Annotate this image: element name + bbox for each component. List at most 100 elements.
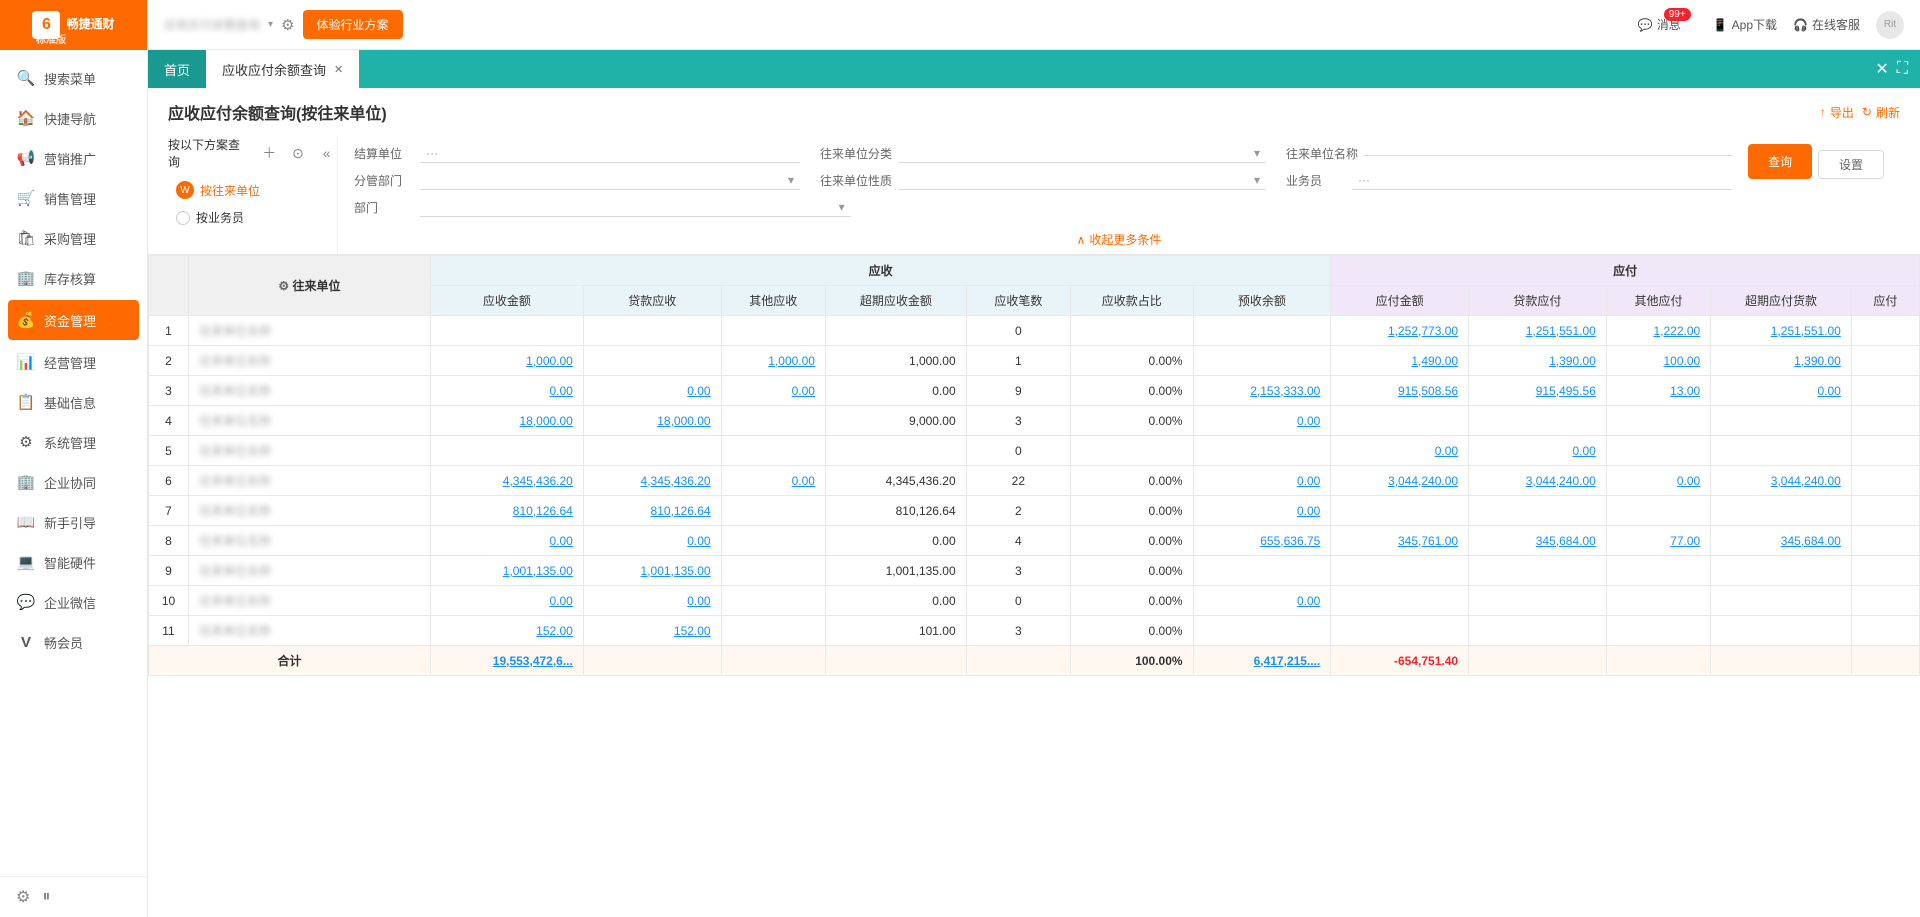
cell-no: 11: [149, 616, 189, 646]
scheme-by-partner[interactable]: W 按往来单位: [168, 176, 337, 204]
message-item[interactable]: 💬 消息 99+: [1638, 16, 1681, 33]
footer-ap-other: [1606, 646, 1710, 676]
unit-name-label: 往来单位名称: [1286, 145, 1358, 162]
sidebar-item-label: 销售管理: [44, 189, 96, 208]
promo-button[interactable]: 体验行业方案: [303, 10, 403, 39]
collapse-button[interactable]: ∧ 收起更多条件: [354, 225, 1884, 254]
add-scheme-icon[interactable]: ＋: [259, 142, 280, 164]
unit-nature-input[interactable]: ▾: [898, 171, 1266, 190]
page-header: 应收应付余额查询(按往来单位) ↑ 导出 ↻ 刷新 按以下方案查询 ＋ ⊙: [148, 88, 1920, 255]
th-ar-other: 其他应收: [721, 286, 825, 316]
filter-fields-area: 查询 设置 结算单位 ··· 往来单位分类 ▾: [338, 136, 1900, 254]
setting-button[interactable]: 设置: [1818, 150, 1884, 179]
topnav-dropdown-arrow[interactable]: ▾: [268, 19, 273, 30]
sidebar-item-marketing[interactable]: 📢 营销推广: [0, 138, 147, 178]
dept-input[interactable]: ▾: [420, 171, 800, 190]
settlement-unit-input[interactable]: ···: [420, 144, 800, 163]
th-ap-other: 其他应付: [1606, 286, 1710, 316]
sidebar-item-sales[interactable]: 🛒 销售管理: [0, 178, 147, 218]
th-ar-count: 应收笔数: [966, 286, 1070, 316]
th-prepay: 预收余额: [1193, 286, 1331, 316]
cell-no: 9: [149, 556, 189, 586]
unit-name-input[interactable]: [1364, 151, 1732, 156]
scheme-label-salesperson: 按业务员: [196, 209, 244, 226]
expand-tab-btn[interactable]: ⛶: [1897, 60, 1908, 78]
cell-no: 3: [149, 376, 189, 406]
online-service-item[interactable]: 🎧 在线客服: [1793, 16, 1860, 33]
dept-chevron2: ▾: [839, 200, 845, 214]
sidebar-item-quicknav[interactable]: 🏠 快捷导航: [0, 98, 147, 138]
enterprise-icon: 🏢: [16, 472, 36, 492]
tab-ar-ap[interactable]: 应收应付余额查询 ✕: [206, 50, 359, 88]
logo-area: 6 畅捷通财 标准版: [0, 0, 147, 50]
member-icon: V: [16, 632, 36, 652]
cell-no: 2: [149, 346, 189, 376]
export-icon: ↑: [1820, 105, 1826, 119]
collapse-label: 收起更多条件: [1089, 231, 1161, 248]
page-actions: ↑ 导出 ↻ 刷新: [1820, 104, 1900, 121]
salesperson-input[interactable]: ···: [1352, 171, 1732, 190]
sidebar-item-enterprise[interactable]: 🏢 企业协同: [0, 462, 147, 502]
export-button[interactable]: ↑ 导出: [1820, 104, 1854, 121]
filter-settlement-unit: 结算单位 ···: [354, 144, 800, 163]
tab-close-icon[interactable]: ✕: [334, 63, 343, 76]
th-ar-amount: 应收金额: [430, 286, 583, 316]
unit-category-input[interactable]: ▾: [898, 144, 1266, 163]
table-footer-row: 合计 19,553,472,6... 100.00% 6,417,215....…: [149, 646, 1920, 676]
unit-nature-chevron: ▾: [1254, 173, 1260, 187]
filter-section: 按以下方案查询 ＋ ⊙ « W 按往来单位 按业务员 查询 设置: [168, 136, 1900, 254]
table-row: 9往来单位名称1,001,135.001,001,135.001,001,135…: [149, 556, 1920, 586]
main-content: 应收应付余额查询(按往来单位) ↑ 导出 ↻ 刷新 按以下方案查询 ＋ ⊙: [148, 88, 1920, 917]
query-button[interactable]: 查询: [1748, 144, 1812, 179]
collapse-sidebar-icon[interactable]: ⏸: [42, 888, 50, 906]
filter-unit-category: 往来单位分类 ▾: [820, 144, 1266, 163]
th-no: [149, 256, 189, 316]
sidebar-item-operations[interactable]: 📊 经营管理: [0, 342, 147, 382]
sidebar-item-member[interactable]: V 畅会员: [0, 622, 147, 662]
sidebar-item-basicinfo[interactable]: 📋 基础信息: [0, 382, 147, 422]
th-ar-overdue: 超期应收金额: [825, 286, 966, 316]
filter-dept: 分管部门 ▾: [354, 171, 800, 190]
footer-label: 合计: [149, 646, 431, 676]
sidebar-item-system[interactable]: ⚙ 系统管理: [0, 422, 147, 462]
settlement-dots: ···: [426, 146, 438, 160]
sidebar-item-guide[interactable]: 📖 新手引导: [0, 502, 147, 542]
back-scheme-icon[interactable]: «: [316, 142, 337, 164]
sidebar-item-inventory[interactable]: 🏢 库存核算: [0, 258, 147, 298]
cell-partner: 往来单位名称: [189, 406, 431, 436]
edit-scheme-icon[interactable]: ⊙: [288, 142, 309, 164]
sidebar-item-smarthw[interactable]: 💻 智能硬件: [0, 542, 147, 582]
cell-partner: 往来单位名称: [189, 376, 431, 406]
purchase-icon: 🛍: [16, 228, 36, 248]
tab-home[interactable]: 首页: [148, 50, 206, 88]
user-avatar-item[interactable]: Rit: [1876, 11, 1904, 39]
sidebar-item-purchase[interactable]: 🛍 采购管理: [0, 218, 147, 258]
table-row: 8往来单位名称0.000.000.0040.00%655,636.75345,7…: [149, 526, 1920, 556]
table-row: 10往来单位名称0.000.000.0000.00%0.00: [149, 586, 1920, 616]
cell-no: 1: [149, 316, 189, 346]
filter-unit-nature: 往来单位性质 ▾: [820, 171, 1266, 190]
th-settings-icon[interactable]: ⚙: [278, 279, 289, 293]
table-row: 5往来单位名称00.000.00: [149, 436, 1920, 466]
settings-bottom-icon[interactable]: ⚙: [16, 887, 30, 907]
topnav-gear-icon[interactable]: ⚙: [281, 16, 294, 34]
salesperson-label: 业务员: [1286, 172, 1346, 189]
th-payable-group: 应付: [1331, 256, 1920, 286]
sidebar-item-finance[interactable]: 💰 资金管理: [8, 300, 139, 340]
refresh-button[interactable]: ↻ 刷新: [1862, 104, 1900, 121]
smarthw-icon: 💻: [16, 552, 36, 572]
th-ar-ratio: 应收款占比: [1071, 286, 1194, 316]
scheme-by-salesperson[interactable]: 按业务员: [168, 204, 337, 231]
sidebar-item-search[interactable]: 🔍 搜索菜单: [0, 58, 147, 98]
close-tab-btn[interactable]: ✕: [1875, 59, 1888, 79]
sidebar-item-wechat[interactable]: 💬 企业微信: [0, 582, 147, 622]
scheme-panel: 按以下方案查询 ＋ ⊙ « W 按往来单位 按业务员: [168, 136, 338, 254]
app-download-item[interactable]: 📱 App下载: [1713, 16, 1777, 33]
department-input[interactable]: ▾: [420, 198, 851, 217]
message-icon: 💬: [1638, 18, 1653, 32]
th-receivable-group: 应收: [430, 256, 1330, 286]
cell-partner: 往来单位名称: [189, 526, 431, 556]
th-ap-amount: 应付金额: [1331, 286, 1469, 316]
edition-label: 标准版: [36, 31, 66, 46]
footer-ar-loan: [583, 646, 721, 676]
